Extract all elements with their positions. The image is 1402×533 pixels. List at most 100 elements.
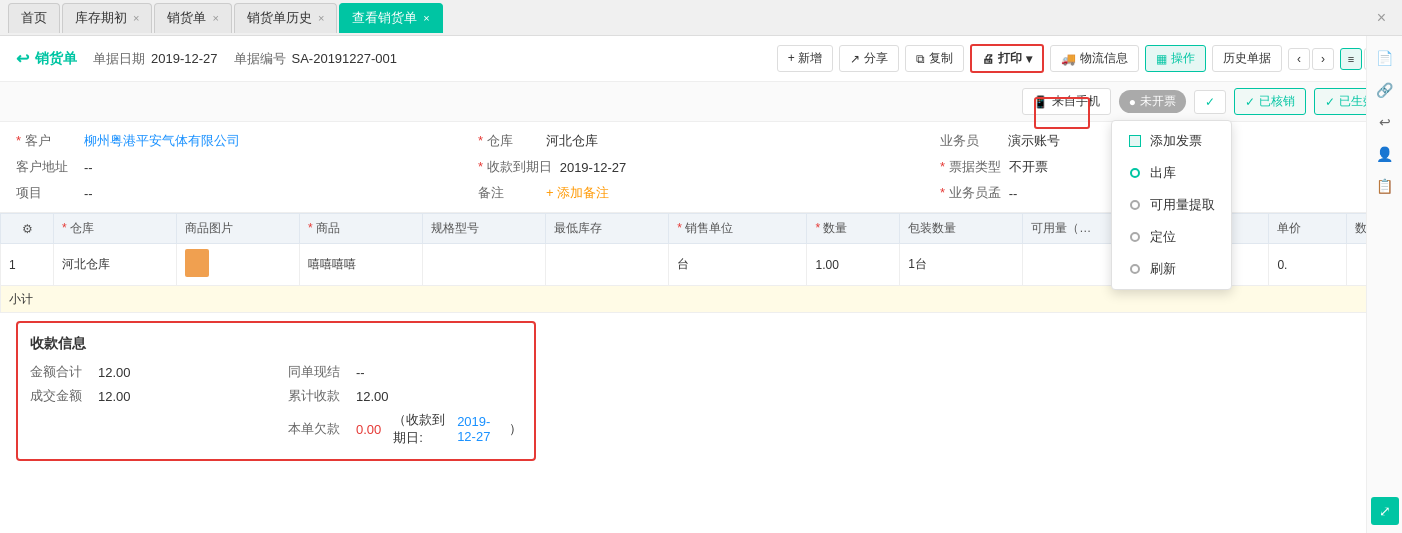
print-dropdown-arrow: ▾ <box>1026 52 1032 66</box>
locate-icon <box>1128 230 1142 244</box>
customer-row: 客户 柳州粤港平安气体有限公司 <box>16 132 462 150</box>
col-qty: 数量 <box>807 214 900 244</box>
col-pack-qty: 包装数量 <box>900 214 1023 244</box>
sidebar-doc-icon[interactable]: 📄 <box>1371 44 1399 72</box>
doc-meta: 单据日期 2019-12-27 单据编号 SA-20191227-001 <box>93 50 761 68</box>
row-qty: 1.00 <box>807 244 900 286</box>
refresh-item[interactable]: 刷新 <box>1112 253 1231 285</box>
circle-icon: ● <box>1129 95 1136 109</box>
out-warehouse-item[interactable]: 出库 <box>1112 157 1231 189</box>
row-image <box>177 244 300 286</box>
add-invoice-icon <box>1128 134 1142 148</box>
available-qty-item[interactable]: 可用量提取 <box>1112 189 1231 221</box>
col-settings: ⚙ <box>1 214 54 244</box>
tab-close-view-sales[interactable]: × <box>423 12 429 24</box>
sidebar-link-icon[interactable]: 🔗 <box>1371 76 1399 104</box>
history-button[interactable]: 历史单据 <box>1212 45 1282 72</box>
tab-inventory-init[interactable]: 库存期初 × <box>62 3 152 33</box>
owe-label: 本单欠款 <box>288 420 348 438</box>
owe-row: 本单欠款 0.00 （收款到期日: 2019-12-27 ） <box>288 411 522 447</box>
project-value: -- <box>84 186 93 201</box>
owe-note: （收款到期日: <box>393 411 447 447</box>
copy-button[interactable]: ⧉ 复制 <box>905 45 964 72</box>
sidebar-expand-icon[interactable]: ⤢ <box>1371 497 1399 525</box>
ticket-value: 不开票 <box>1009 158 1048 176</box>
refresh-icon <box>1128 262 1142 276</box>
toolbar-right: + 新增 ↗ 分享 ⧉ 复制 🖨 打印 ▾ 🚚 物流信息 ▦ 操作 <box>777 44 1386 73</box>
tab-view-sales[interactable]: 查看销货单 × <box>339 3 442 33</box>
sold-button[interactable]: ✓ 已核销 <box>1234 88 1306 115</box>
staff2-label: 业务员孟 <box>940 184 1001 202</box>
row-unit: 台 <box>669 244 807 286</box>
amount-value: 12.00 <box>98 389 131 404</box>
print-button[interactable]: 🖨 打印 ▾ <box>970 44 1044 73</box>
share-icon: ↗ <box>850 52 860 66</box>
total-label: 金额合计 <box>30 363 90 381</box>
phone-icon: 📱 <box>1033 95 1048 109</box>
grid-icon: ▦ <box>1156 52 1167 66</box>
tab-close-sales[interactable]: × <box>212 12 218 24</box>
row-pack-qty: 1台 <box>900 244 1023 286</box>
sidebar-list-icon[interactable]: 📋 <box>1371 172 1399 200</box>
add-note-button[interactable]: + 添加备注 <box>546 184 609 202</box>
next-button[interactable]: › <box>1312 48 1334 70</box>
tab-home[interactable]: 首页 <box>8 3 60 33</box>
row-spec <box>423 244 546 286</box>
operation-button[interactable]: ▦ 操作 <box>1145 45 1206 72</box>
owe-date: 2019-12-27 <box>457 414 501 444</box>
row-price: 0. <box>1269 244 1347 286</box>
copy-icon: ⧉ <box>916 52 925 66</box>
list-view-button[interactable]: ≡ <box>1340 48 1362 70</box>
share-button[interactable]: ↗ 分享 <box>839 45 899 72</box>
col-warehouse: 仓库 <box>54 214 177 244</box>
due-date-row: 收款到期日 2019-12-27 <box>478 158 924 176</box>
locate-item[interactable]: 定位 <box>1112 221 1231 253</box>
logistics-button[interactable]: 🚚 物流信息 <box>1050 45 1139 72</box>
sidebar-user-icon[interactable]: 👤 <box>1371 140 1399 168</box>
receipt-grid: 金额合计 12.00 同单现结 -- 成交金额 12.00 累计收款 12.00… <box>30 363 522 447</box>
sidebar-return-icon[interactable]: ↩ <box>1371 108 1399 136</box>
col-unit: 销售单位 <box>669 214 807 244</box>
same-order-row: 同单现结 -- <box>288 363 522 381</box>
cumulative-label: 累计收款 <box>288 387 348 405</box>
prev-button[interactable]: ‹ <box>1288 48 1310 70</box>
add-invoice-item[interactable]: 添加发票 <box>1112 125 1231 157</box>
out-warehouse-icon <box>1128 166 1142 180</box>
address-label: 客户地址 <box>16 158 76 176</box>
right-sidebar: 📄 🔗 ↩ 👤 📋 ⤢ <box>1366 36 1402 533</box>
owe-value: 0.00 <box>356 422 381 437</box>
doc-type-label: ↩ 销货单 <box>16 49 77 68</box>
cumulative-value: 12.00 <box>356 389 389 404</box>
row-product: 嘻嘻嘻嘻 <box>300 244 423 286</box>
new-button[interactable]: + 新增 <box>777 45 833 72</box>
check-icon: ✓ <box>1205 95 1215 109</box>
customer-value[interactable]: 柳州粤港平安气体有限公司 <box>84 132 240 150</box>
project-label: 项目 <box>16 184 76 202</box>
tab-sales-history[interactable]: 销货单历史 × <box>234 3 337 33</box>
cumulative-row: 累计收款 12.00 <box>288 387 522 405</box>
col-min-stock: 最低库存 <box>546 214 669 244</box>
warehouse-label: 仓库 <box>478 132 538 150</box>
total-value: 12.00 <box>98 365 131 380</box>
note-row: 备注 + 添加备注 <box>478 184 924 202</box>
doc-number-item: 单据编号 SA-20191227-001 <box>234 50 398 68</box>
warehouse-row: 仓库 河北仓库 <box>478 132 924 150</box>
tab-close-inventory[interactable]: × <box>133 12 139 24</box>
same-order-label: 同单现结 <box>288 363 348 381</box>
due-date-label: 收款到期日 <box>478 158 552 176</box>
col-product: 商品 <box>300 214 423 244</box>
amount-row: 成交金额 12.00 <box>30 387 264 405</box>
check-button[interactable]: ✓ <box>1194 90 1226 114</box>
due-date-value: 2019-12-27 <box>560 160 627 175</box>
phone-button[interactable]: 📱 来自手机 <box>1022 88 1111 115</box>
close-all-button[interactable]: × <box>1369 9 1394 27</box>
staff-value: 演示账号 <box>1008 132 1060 150</box>
warehouse-value: 河北仓库 <box>546 132 598 150</box>
row-index: 1 <box>1 244 54 286</box>
tab-sales-order[interactable]: 销货单 × <box>154 3 231 33</box>
doc-header: ↩ 销货单 单据日期 2019-12-27 单据编号 SA-20191227-0… <box>0 36 1402 82</box>
same-order-value: -- <box>356 365 365 380</box>
not-open-button[interactable]: ● 未开票 <box>1119 90 1186 113</box>
tab-close-history[interactable]: × <box>318 12 324 24</box>
operation-dropdown: 添加发票 出库 可用量提取 定位 刷新 <box>1111 120 1232 290</box>
